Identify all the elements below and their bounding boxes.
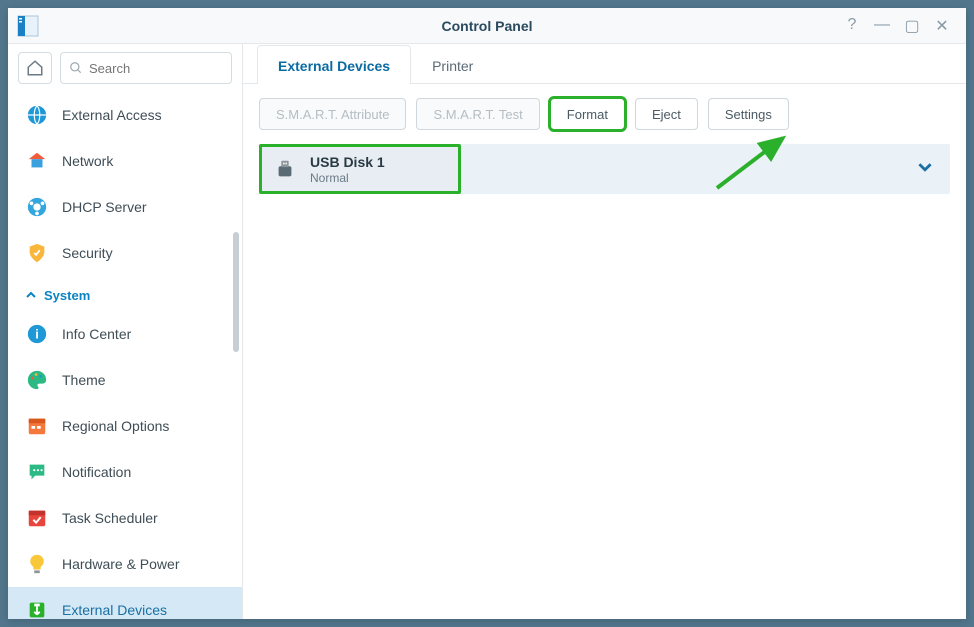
chat-icon [26,461,48,483]
window-controls: ? — ▢ ✕ [844,16,966,36]
sidebar-item-notification[interactable]: Notification [8,449,242,495]
palette-icon [26,369,48,391]
home-button[interactable] [18,52,52,84]
info-icon: i [26,323,48,345]
tab-external-devices[interactable]: External Devices [257,45,411,84]
window-title: Control Panel [8,18,966,34]
help-icon[interactable]: ? [844,16,860,36]
sidebar-nav: External Access Network DHCP Server Secu… [8,92,242,619]
control-panel-window: Control Panel ? — ▢ ✕ Ex [8,8,966,619]
sidebar-item-external-access[interactable]: External Access [8,92,242,138]
sidebar-item-label: Hardware & Power [62,556,180,572]
smart-attribute-button: S.M.A.R.T. Attribute [259,98,406,130]
device-status: Normal [310,171,385,185]
eject-button[interactable]: Eject [635,98,698,130]
search-input[interactable] [89,61,223,76]
section-label: System [44,288,90,303]
sidebar-toolbar [8,44,242,92]
sidebar-item-label: Notification [62,464,131,480]
sidebar-item-label: Regional Options [62,418,169,434]
chevron-down-icon[interactable] [918,160,932,179]
sidebar-item-label: External Access [62,107,162,123]
window-body: External Access Network DHCP Server Secu… [8,44,966,619]
device-list: USB Disk 1 Normal [243,144,966,194]
bulb-icon [26,553,48,575]
chevron-up-icon [26,288,36,303]
settings-button[interactable]: Settings [708,98,789,130]
dhcp-icon [26,196,48,218]
sidebar-item-label: Info Center [62,326,131,342]
sidebar-item-network[interactable]: Network [8,138,242,184]
network-icon [26,150,48,172]
sidebar-item-label: Network [62,153,113,169]
usb-device-icon [26,599,48,619]
sidebar-item-external-devices[interactable]: External Devices [8,587,242,619]
sidebar-item-label: External Devices [62,602,167,618]
minimize-icon[interactable]: — [874,16,890,36]
search-field[interactable] [60,52,232,84]
scrollbar-thumb[interactable] [233,232,239,352]
sidebar-item-label: DHCP Server [62,199,147,215]
app-icon [14,12,42,40]
sidebar-item-hardware-power[interactable]: Hardware & Power [8,541,242,587]
sidebar-item-label: Task Scheduler [62,510,158,526]
sidebar-section-system[interactable]: System [8,276,242,311]
close-icon[interactable]: ✕ [934,16,950,36]
sidebar-item-info-center[interactable]: i Info Center [8,311,242,357]
format-button[interactable]: Format [550,98,625,130]
schedule-icon [26,507,48,529]
sidebar-item-regional[interactable]: Regional Options [8,403,242,449]
sidebar-item-security[interactable]: Security [8,230,242,276]
toolbar: S.M.A.R.T. Attribute S.M.A.R.T. Test For… [243,84,966,144]
usb-disk-icon [274,158,296,180]
sidebar-item-label: Theme [62,372,106,388]
sidebar: External Access Network DHCP Server Secu… [8,44,243,619]
sidebar-item-task-scheduler[interactable]: Task Scheduler [8,495,242,541]
sidebar-item-label: Security [62,245,113,261]
titlebar: Control Panel ? — ▢ ✕ [8,8,966,44]
maximize-icon[interactable]: ▢ [904,16,920,36]
sidebar-item-dhcp[interactable]: DHCP Server [8,184,242,230]
smart-test-button: S.M.A.R.T. Test [416,98,539,130]
tab-printer[interactable]: Printer [411,45,494,84]
main-panel: External Devices Printer S.M.A.R.T. Attr… [243,44,966,619]
tab-bar: External Devices Printer [243,44,966,84]
sidebar-item-theme[interactable]: Theme [8,357,242,403]
device-info: USB Disk 1 Normal [310,154,385,185]
globe-icon [26,104,48,126]
calendar-icon [26,415,48,437]
device-name: USB Disk 1 [310,154,385,170]
svg-text:i: i [35,327,39,342]
shield-icon [26,242,48,264]
device-row[interactable]: USB Disk 1 Normal [259,144,461,194]
